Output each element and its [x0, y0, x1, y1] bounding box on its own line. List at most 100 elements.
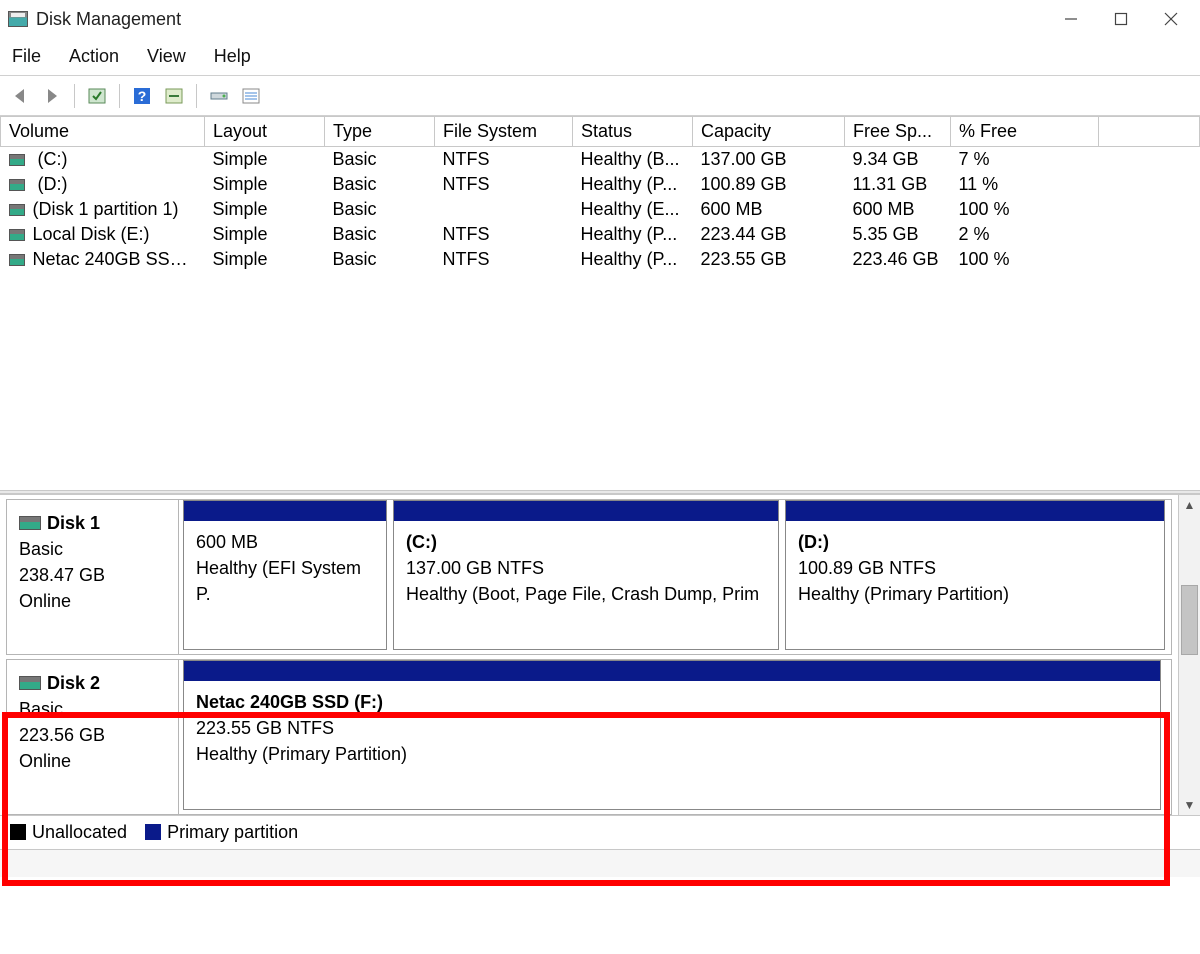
cell-pct: 100 %: [951, 197, 1099, 222]
toolbar: ?: [0, 76, 1200, 116]
volume-icon: [9, 179, 25, 191]
disk-status: Online: [19, 748, 166, 774]
volume-icon: [9, 204, 25, 216]
legend: Unallocated Primary partition: [0, 815, 1200, 849]
table-row[interactable]: (Disk 1 partition 1) SimpleBasic Healthy (…: [1, 197, 1200, 222]
disk-label: Disk 1: [47, 513, 100, 533]
cell-capacity: 600 MB: [693, 197, 845, 222]
titlebar: Disk Management: [0, 0, 1200, 38]
disk-icon[interactable]: [205, 82, 233, 110]
cell-fs: NTFS: [435, 172, 573, 197]
partition[interactable]: Netac 240GB SSD (F:)223.55 GB NTFSHealth…: [183, 660, 1161, 810]
back-button[interactable]: [6, 82, 34, 110]
col-volume[interactable]: Volume: [1, 117, 205, 147]
partition-size: 100.89 GB NTFS: [798, 555, 1152, 581]
help-icon[interactable]: ?: [128, 82, 156, 110]
col-pctfree[interactable]: % Free: [951, 117, 1099, 147]
partition[interactable]: (C:)137.00 GB NTFSHealthy (Boot, Page Fi…: [393, 500, 779, 650]
disk-size: 238.47 GB: [19, 562, 166, 588]
cell-fs: NTFS: [435, 147, 573, 173]
disk-icon: [19, 676, 41, 690]
partition[interactable]: (D:)100.89 GB NTFSHealthy (Primary Parti…: [785, 500, 1165, 650]
menu-view[interactable]: View: [145, 44, 188, 69]
cell-layout: Simple: [205, 172, 325, 197]
statusbar: [0, 849, 1200, 877]
partition-status: Healthy (Boot, Page File, Crash Dump, Pr…: [406, 581, 766, 607]
minimize-button[interactable]: [1046, 3, 1096, 35]
refresh-icon[interactable]: [83, 82, 111, 110]
cell-status: Healthy (B...: [573, 147, 693, 173]
table-row[interactable]: (C:)SimpleBasicNTFSHealthy (B...137.00 G…: [1, 147, 1200, 173]
table-row[interactable]: (D:)SimpleBasicNTFSHealthy (P...100.89 G…: [1, 172, 1200, 197]
forward-button[interactable]: [38, 82, 66, 110]
cell-capacity: 223.55 GB: [693, 247, 845, 272]
partition-name: (C:): [406, 529, 766, 555]
scroll-down-icon[interactable]: ▼: [1179, 795, 1200, 815]
legend-primary: Primary partition: [145, 822, 298, 843]
cell-free: 11.31 GB: [845, 172, 951, 197]
partition-header: [394, 501, 778, 521]
menu-action[interactable]: Action: [67, 44, 121, 69]
disk-row: Disk 2 Basic223.56 GBOnline Netac 240GB SS…: [6, 659, 1172, 815]
cell-type: Basic: [325, 247, 435, 272]
col-status[interactable]: Status: [573, 117, 693, 147]
window-title: Disk Management: [36, 9, 181, 30]
cell-type: Basic: [325, 222, 435, 247]
cell-status: Healthy (P...: [573, 247, 693, 272]
disk-type: Basic: [19, 696, 166, 722]
cell-status: Healthy (P...: [573, 222, 693, 247]
cell-volume: Local Disk (E:): [33, 224, 150, 244]
menu-file[interactable]: File: [10, 44, 43, 69]
scroll-up-icon[interactable]: ▲: [1179, 495, 1200, 515]
legend-unallocated: Unallocated: [10, 822, 127, 843]
menu-help[interactable]: Help: [212, 44, 253, 69]
cell-pct: 2 %: [951, 222, 1099, 247]
partition-header: [184, 661, 1160, 681]
cell-fs: [435, 197, 573, 222]
disk-info[interactable]: Disk 2 Basic223.56 GBOnline: [7, 660, 179, 814]
vertical-scrollbar[interactable]: ▲ ▼: [1178, 495, 1200, 815]
col-type[interactable]: Type: [325, 117, 435, 147]
disk-type: Basic: [19, 536, 166, 562]
disk-size: 223.56 GB: [19, 722, 166, 748]
cell-fs: NTFS: [435, 222, 573, 247]
cell-type: Basic: [325, 197, 435, 222]
menubar: File Action View Help: [0, 38, 1200, 76]
col-filesystem[interactable]: File System: [435, 117, 573, 147]
maximize-button[interactable]: [1096, 3, 1146, 35]
cell-volume: Netac 240GB SSD ...: [33, 249, 203, 269]
cell-capacity: 137.00 GB: [693, 147, 845, 173]
table-row[interactable]: Local Disk (E:)SimpleBasicNTFSHealthy (P…: [1, 222, 1200, 247]
cell-status: Healthy (E...: [573, 197, 693, 222]
partition-name: Netac 240GB SSD (F:): [196, 689, 1148, 715]
col-layout[interactable]: Layout: [205, 117, 325, 147]
close-button[interactable]: [1146, 3, 1196, 35]
disk-panel: Disk 1Basic238.47 GBOnline600 MBHealthy …: [0, 494, 1200, 815]
settings-icon[interactable]: [160, 82, 188, 110]
cell-free: 9.34 GB: [845, 147, 951, 173]
list-icon[interactable]: [237, 82, 265, 110]
table-row[interactable]: Netac 240GB SSD ...SimpleBasicNTFSHealth…: [1, 247, 1200, 272]
disk-label: Disk 2: [47, 673, 100, 693]
table-empty-area: [0, 272, 1200, 490]
col-spacer: [1099, 117, 1200, 147]
cell-layout: Simple: [205, 247, 325, 272]
partition-size: 600 MB: [196, 529, 374, 555]
app-icon: [8, 11, 28, 27]
cell-fs: NTFS: [435, 247, 573, 272]
disk-status: Online: [19, 588, 166, 614]
scroll-thumb[interactable]: [1181, 585, 1198, 655]
partition-name: (D:): [798, 529, 1152, 555]
col-capacity[interactable]: Capacity: [693, 117, 845, 147]
cell-type: Basic: [325, 147, 435, 173]
volume-icon: [9, 154, 25, 166]
cell-volume: (Disk 1 partition 1): [33, 199, 179, 219]
disk-info[interactable]: Disk 1 Basic238.47 GBOnline: [7, 500, 179, 654]
cell-free: 5.35 GB: [845, 222, 951, 247]
col-free[interactable]: Free Sp...: [845, 117, 951, 147]
volume-table: Volume Layout Type File System Status Ca…: [0, 116, 1200, 272]
partition-status: Healthy (EFI System P.: [196, 555, 374, 607]
partition-status: Healthy (Primary Partition): [196, 741, 1148, 767]
partition[interactable]: 600 MBHealthy (EFI System P.: [183, 500, 387, 650]
cell-layout: Simple: [205, 197, 325, 222]
